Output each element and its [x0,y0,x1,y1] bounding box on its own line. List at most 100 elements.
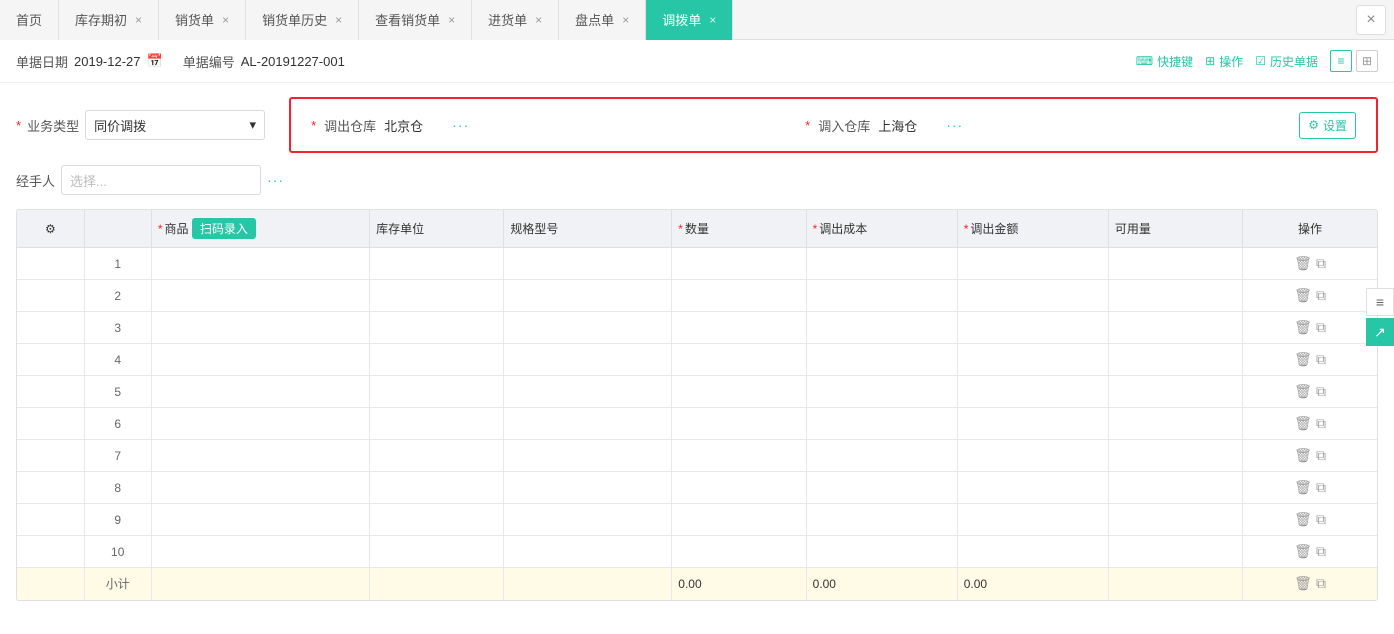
row-copy-icon[interactable]: ⧉ [1316,575,1326,591]
handler-dots[interactable]: ··· [267,172,284,188]
row-delete-icon[interactable]: 🗑 [1294,287,1312,303]
row-qty-cell[interactable] [672,376,806,408]
row-product-cell[interactable] [151,472,369,504]
tab-purchase-order-close[interactable]: × [535,13,542,27]
tab-view-sales-close[interactable]: × [448,13,455,27]
tab-transfer-order[interactable]: 调拨单 × [646,0,733,40]
layout-grid-button[interactable]: ⊞ [1356,50,1378,72]
tab-transfer-order-close[interactable]: × [709,13,716,27]
row-qty-cell[interactable] [672,472,806,504]
row-amount-cell[interactable] [957,280,1108,312]
out-warehouse-dots[interactable]: ··· [452,117,469,133]
row-cost-cell[interactable] [806,312,957,344]
tab-inventory-check[interactable]: 盘点单 × [559,0,646,40]
row-cost-cell[interactable] [806,280,957,312]
operate-button[interactable]: ⊞ 操作 [1205,53,1243,70]
row-delete-icon[interactable]: 🗑 [1294,255,1312,271]
settings-button[interactable]: ⚙ 设置 [1299,112,1356,139]
row-copy-icon[interactable]: ⧉ [1316,383,1326,399]
row-product-cell[interactable] [151,568,369,600]
tab-view-sales[interactable]: 查看销货单 × [359,0,472,40]
row-qty-cell[interactable] [672,440,806,472]
row-copy-icon[interactable]: ⧉ [1316,255,1326,271]
row-copy-icon[interactable]: ⧉ [1316,511,1326,527]
row-copy-icon[interactable]: ⧉ [1316,287,1326,303]
row-amount-cell[interactable] [957,472,1108,504]
in-warehouse-dots[interactable]: ··· [946,117,963,133]
row-cost-cell[interactable] [806,472,957,504]
tab-sales-history-close[interactable]: × [335,13,342,27]
right-list-button[interactable]: ≡ [1366,288,1394,316]
row-delete-icon[interactable]: 🗑 [1294,511,1312,527]
shortcut-button[interactable]: ⌨ 快捷键 [1136,53,1193,70]
row-product-cell[interactable] [151,504,369,536]
row-product-cell[interactable] [151,312,369,344]
row-qty-cell[interactable] [672,280,806,312]
row-amount-cell[interactable] [957,504,1108,536]
tab-sales-order-close[interactable]: × [222,13,229,27]
row-cost-cell[interactable] [806,536,957,568]
row-amount-cell[interactable] [957,312,1108,344]
row-qty-cell[interactable] [672,408,806,440]
row-copy-icon[interactable]: ⧉ [1316,319,1326,335]
row-qty-cell[interactable] [672,504,806,536]
row-product-cell[interactable] [151,536,369,568]
tab-purchase-order[interactable]: 进货单 × [472,0,559,40]
row-amount-cell[interactable] [957,344,1108,376]
right-export-button[interactable]: ↗ [1366,318,1394,346]
tab-bar-close-button[interactable]: × [1356,5,1386,35]
row-product-cell[interactable] [151,344,369,376]
tab-sales-order[interactable]: 销货单 × [159,0,246,40]
row-copy-icon[interactable]: ⧉ [1316,543,1326,559]
row-cost-cell[interactable] [806,344,957,376]
row-delete-icon[interactable]: 🗑 [1294,479,1312,495]
row-delete-icon[interactable]: 🗑 [1294,575,1312,591]
handler-select[interactable]: 选择... [61,165,261,195]
row-qty-cell[interactable] [672,344,806,376]
row-product-cell[interactable] [151,248,369,280]
tab-inventory-init-close[interactable]: × [135,13,142,27]
calendar-icon[interactable]: 📅 [147,53,163,69]
business-type-select[interactable]: 同价调拨 ▾ [85,110,265,140]
row-copy-icon[interactable]: ⧉ [1316,447,1326,463]
row-delete-icon[interactable]: 🗑 [1294,351,1312,367]
row-qty-cell[interactable] [672,248,806,280]
row-copy-icon[interactable]: ⧉ [1316,479,1326,495]
scan-button[interactable]: 扫码录入 [192,218,256,239]
col-product-label: 商品 [164,222,188,236]
row-delete-icon[interactable]: 🗑 [1294,415,1312,431]
row-delete-icon[interactable]: 🗑 [1294,447,1312,463]
row-amount-cell[interactable] [957,408,1108,440]
row-product-cell[interactable] [151,376,369,408]
row-delete-icon[interactable]: 🗑 [1294,543,1312,559]
row-product-cell[interactable] [151,280,369,312]
row-delete-icon[interactable]: 🗑 [1294,383,1312,399]
row-spec-cell [504,376,672,408]
row-product-cell[interactable] [151,440,369,472]
row-avail-cell [1108,568,1242,600]
row-product-cell[interactable] [151,408,369,440]
tab-inventory-init[interactable]: 库存期初 × [59,0,159,40]
tab-sales-history[interactable]: 销货单历史 × [246,0,359,40]
row-cost-cell[interactable] [806,408,957,440]
row-amount-cell[interactable] [957,248,1108,280]
row-amount-cell[interactable] [957,376,1108,408]
tab-bar-end: × [1356,0,1394,40]
layout-list-button[interactable]: ≡ [1330,50,1352,72]
col-gear[interactable]: ⚙ [17,210,84,248]
row-cost-cell[interactable] [806,248,957,280]
tab-home[interactable]: 首页 [0,0,59,40]
row-qty-cell[interactable] [672,536,806,568]
history-button[interactable]: ☑ 历史单据 [1255,53,1318,70]
row-cost-cell[interactable] [806,440,957,472]
row-amount-cell[interactable] [957,440,1108,472]
row-delete-icon[interactable]: 🗑 [1294,319,1312,335]
row-cost-cell[interactable] [806,376,957,408]
row-copy-icon[interactable]: ⧉ [1316,415,1326,431]
row-copy-icon[interactable]: ⧉ [1316,351,1326,367]
row-cost-cell[interactable] [806,504,957,536]
tab-inventory-check-close[interactable]: × [622,13,629,27]
col-spec: 规格型号 [504,210,672,248]
row-qty-cell[interactable] [672,312,806,344]
row-amount-cell[interactable] [957,536,1108,568]
